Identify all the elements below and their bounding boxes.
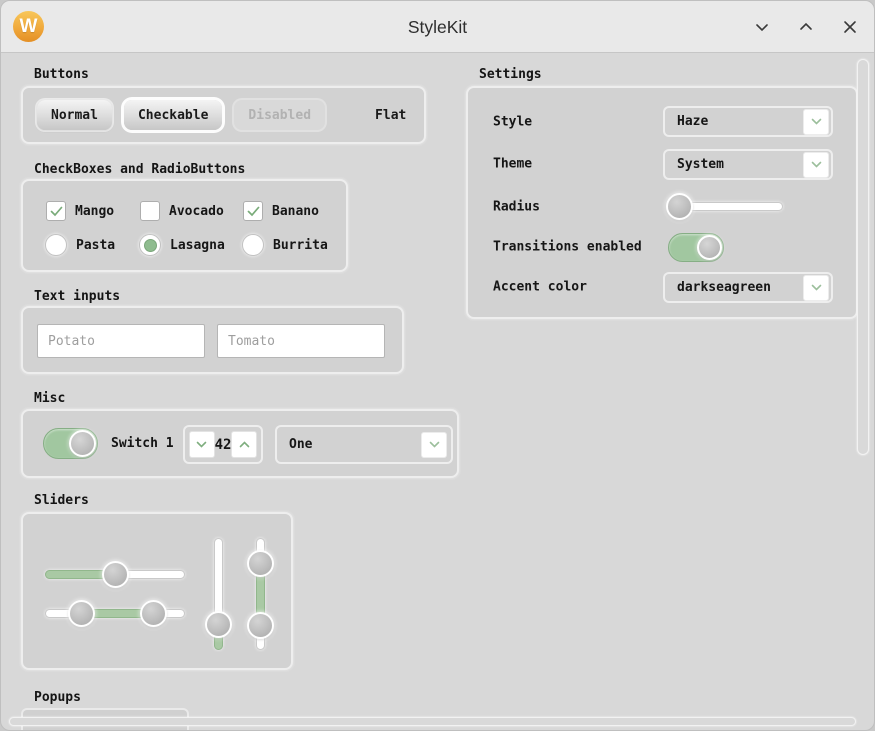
- chevron-down-icon: [429, 441, 439, 448]
- slider-handle[interactable]: [666, 193, 693, 220]
- radio-checked-icon[interactable]: [139, 234, 161, 256]
- accent-color-label: Accent color: [493, 279, 587, 295]
- maximize-button[interactable]: [796, 17, 816, 37]
- text-inputs-panel: [21, 306, 404, 374]
- window-controls: [752, 1, 860, 53]
- scroll-content: Buttons Normal Checkable Disabled Flat C…: [1, 53, 874, 730]
- window-title: StyleKit: [407, 16, 468, 37]
- settings-section-label: Settings: [479, 67, 542, 82]
- accent-color-value: darkseagreen: [677, 280, 771, 295]
- spin-up-button[interactable]: [231, 431, 257, 458]
- radio-label: Burrita: [273, 237, 328, 253]
- app-window: W StyleKit Buttons Normal Checkable Disa…: [0, 0, 875, 731]
- radio-unchecked-icon[interactable]: [242, 234, 264, 256]
- slider-handle[interactable]: [102, 561, 129, 588]
- checkbox-label: Mango: [75, 203, 115, 219]
- checks-panel: Mango Avocado Banano Pasta Lasagna Burri…: [21, 179, 348, 272]
- horizontal-scrollbar-thumb[interactable]: [9, 717, 856, 726]
- flat-button[interactable]: Flat: [361, 100, 420, 130]
- vertical-scrollbar-thumb[interactable]: [857, 59, 869, 455]
- checkable-button[interactable]: Checkable: [123, 100, 223, 130]
- radio-pasta[interactable]: Pasta: [45, 234, 115, 256]
- switch-1-label: Switch 1: [111, 436, 174, 451]
- switch-knob[interactable]: [697, 235, 722, 260]
- popups-section-label: Popups: [34, 690, 81, 705]
- chevron-down-icon: [811, 118, 821, 125]
- checkbox-checked-icon[interactable]: [46, 201, 66, 221]
- checks-section-label: CheckBoxes and RadioButtons: [34, 162, 246, 177]
- theme-dropdown[interactable]: System: [663, 149, 833, 180]
- transitions-toggle[interactable]: [668, 233, 724, 262]
- switch-knob[interactable]: [69, 430, 96, 457]
- chevron-up-icon: [239, 441, 250, 448]
- checkbox-avocado[interactable]: Avocado: [140, 201, 224, 221]
- spin-value: 42: [214, 436, 232, 453]
- slider-handle-low[interactable]: [68, 600, 95, 627]
- chevron-down-icon: [196, 441, 207, 448]
- radio-label: Pasta: [76, 237, 116, 253]
- spin-down-button[interactable]: [189, 431, 215, 458]
- chevron-up-icon: [800, 22, 812, 30]
- slider-handle-high[interactable]: [247, 612, 274, 639]
- accent-color-dropdown[interactable]: darkseagreen: [663, 272, 833, 303]
- tomato-input[interactable]: [217, 324, 385, 358]
- x-icon: [844, 21, 856, 33]
- combo-value: One: [289, 437, 313, 452]
- slider-handle-high[interactable]: [140, 600, 167, 627]
- disabled-button: Disabled: [234, 100, 326, 130]
- sliders-panel: [21, 512, 293, 670]
- titlebar: W StyleKit: [1, 1, 874, 53]
- close-button[interactable]: [840, 17, 860, 37]
- style-value: Haze: [677, 114, 709, 129]
- theme-value: System: [677, 157, 724, 172]
- buttons-section-label: Buttons: [34, 67, 89, 82]
- switch-1-toggle[interactable]: [43, 428, 98, 459]
- checkbox-checked-icon[interactable]: [243, 201, 263, 221]
- checkbox-unchecked-icon[interactable]: [140, 201, 160, 221]
- style-label: Style: [493, 114, 533, 130]
- potato-input[interactable]: [37, 324, 205, 358]
- slider-handle[interactable]: [205, 611, 232, 638]
- minimize-button[interactable]: [752, 17, 772, 37]
- transitions-label: Transitions enabled: [493, 239, 642, 255]
- chevron-down-icon: [811, 161, 821, 168]
- buttons-panel: Normal Checkable Disabled Flat: [21, 86, 426, 144]
- misc-section-label: Misc: [34, 391, 66, 406]
- checkbox-mango[interactable]: Mango: [46, 201, 114, 221]
- combo-dropdown-button[interactable]: [421, 431, 447, 458]
- misc-combobox[interactable]: One: [275, 425, 453, 464]
- slider-handle-low[interactable]: [247, 550, 274, 577]
- settings-panel: Style Haze Theme System Radius Transitio…: [466, 86, 858, 319]
- sliders-section-label: Sliders: [34, 493, 89, 508]
- checkbox-label: Banano: [272, 203, 319, 219]
- chevron-down-icon: [811, 284, 821, 291]
- text-inputs-section-label: Text inputs: [34, 289, 121, 304]
- normal-button[interactable]: Normal: [37, 100, 112, 130]
- checkbox-banano[interactable]: Banano: [243, 201, 319, 221]
- radio-label: Lasagna: [170, 237, 225, 253]
- dropdown-chevron-button[interactable]: [803, 108, 829, 135]
- radio-unchecked-icon[interactable]: [45, 234, 67, 256]
- misc-panel: Switch 1 42 One: [21, 409, 459, 478]
- spinbox: 42: [183, 425, 263, 464]
- radio-lasagna[interactable]: Lasagna: [139, 234, 225, 256]
- dropdown-chevron-button[interactable]: [803, 151, 829, 178]
- radius-label: Radius: [493, 199, 540, 215]
- dropdown-chevron-button[interactable]: [803, 274, 829, 301]
- radio-burrita[interactable]: Burrita: [242, 234, 328, 256]
- style-dropdown[interactable]: Haze: [663, 106, 833, 137]
- chevron-down-icon: [756, 24, 768, 32]
- checkbox-label: Avocado: [169, 203, 224, 219]
- theme-label: Theme: [493, 156, 533, 172]
